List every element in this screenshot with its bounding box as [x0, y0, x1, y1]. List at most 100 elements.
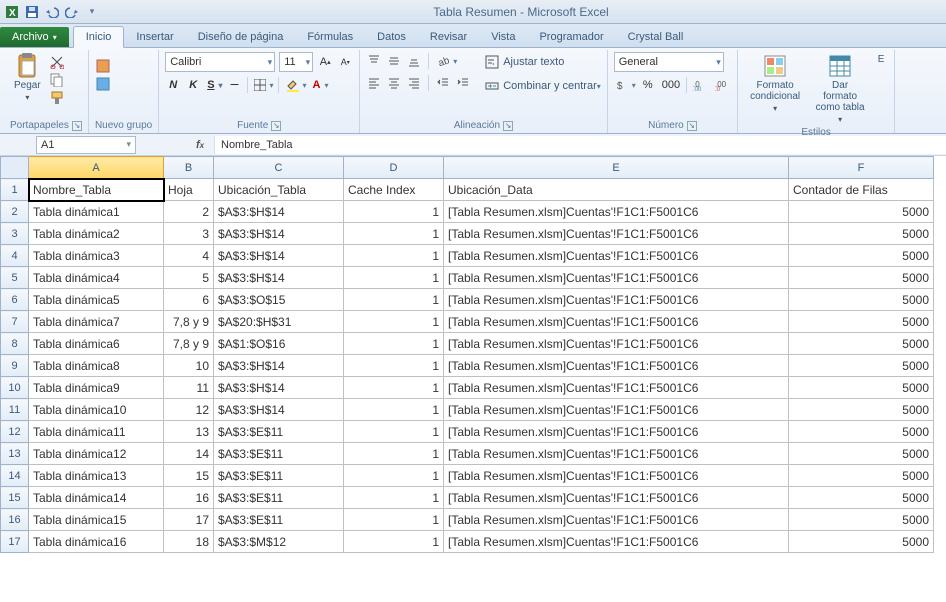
row-header[interactable]: 6 [1, 289, 29, 311]
cell[interactable]: 5000 [789, 443, 934, 465]
cell[interactable]: Tabla dinámica16 [29, 531, 164, 553]
cell[interactable]: 1 [344, 377, 444, 399]
cell[interactable]: 2 [164, 201, 214, 223]
save-icon[interactable] [24, 4, 40, 20]
cell[interactable]: 14 [164, 443, 214, 465]
undo-icon[interactable] [44, 4, 60, 20]
formula-input[interactable]: Nombre_Tabla [214, 136, 946, 154]
cell[interactable]: 5000 [789, 487, 934, 509]
increase-indent-icon[interactable] [455, 74, 471, 92]
cell[interactable]: 12 [164, 399, 214, 421]
cell[interactable]: 17 [164, 509, 214, 531]
accounting-format-icon[interactable]: $ [614, 76, 636, 94]
select-all-corner[interactable] [1, 157, 29, 179]
cell[interactable]: Nombre_Tabla [29, 179, 164, 201]
cell[interactable]: 4 [164, 245, 214, 267]
cell[interactable]: 1 [344, 201, 444, 223]
cut-icon[interactable] [49, 54, 65, 70]
decrease-font-icon[interactable]: A▾ [337, 53, 353, 71]
decrease-indent-icon[interactable] [435, 74, 451, 92]
font-color-button[interactable]: A [311, 76, 329, 94]
row-header[interactable]: 14 [1, 465, 29, 487]
fill-color-button[interactable] [283, 76, 307, 94]
col-header-D[interactable]: D [344, 157, 444, 179]
row-header[interactable]: 12 [1, 421, 29, 443]
cell[interactable]: Hoja [164, 179, 214, 201]
cell[interactable]: $A$3:$H$14 [214, 355, 344, 377]
cell[interactable]: [Tabla Resumen.xlsm]Cuentas'!F1C1:F5001C… [444, 333, 789, 355]
cell[interactable]: [Tabla Resumen.xlsm]Cuentas'!F1C1:F5001C… [444, 377, 789, 399]
cell[interactable]: 1 [344, 245, 444, 267]
tab-vista[interactable]: Vista [479, 27, 527, 47]
row-header[interactable]: 17 [1, 531, 29, 553]
cell[interactable]: Tabla dinámica5 [29, 289, 164, 311]
cell-styles-button[interactable]: E [874, 52, 888, 67]
cell[interactable]: 5000 [789, 333, 934, 355]
cell[interactable]: 5000 [789, 311, 934, 333]
row-header[interactable]: 11 [1, 399, 29, 421]
cell[interactable]: 5000 [789, 223, 934, 245]
underline-button[interactable]: S [205, 76, 222, 94]
tab-diseno[interactable]: Diseño de página [186, 27, 296, 47]
cell[interactable]: 1 [344, 355, 444, 377]
cell[interactable]: 5000 [789, 465, 934, 487]
row-header[interactable]: 4 [1, 245, 29, 267]
cell[interactable]: Ubicación_Data [444, 179, 789, 201]
cell[interactable]: 5000 [789, 289, 934, 311]
row-header[interactable]: 16 [1, 509, 29, 531]
italic-button[interactable]: K [185, 76, 201, 94]
row-header[interactable]: 8 [1, 333, 29, 355]
number-format-combo[interactable]: General [614, 52, 724, 72]
cell[interactable]: [Tabla Resumen.xlsm]Cuentas'!F1C1:F5001C… [444, 267, 789, 289]
cell[interactable]: 1 [344, 487, 444, 509]
align-middle-icon[interactable] [386, 52, 402, 70]
cell[interactable]: $A$3:$E$11 [214, 421, 344, 443]
cell[interactable]: Tabla dinámica12 [29, 443, 164, 465]
percent-format-icon[interactable]: % [640, 76, 656, 94]
cell[interactable]: Tabla dinámica10 [29, 399, 164, 421]
cell[interactable]: [Tabla Resumen.xlsm]Cuentas'!F1C1:F5001C… [444, 399, 789, 421]
cell[interactable]: 3 [164, 223, 214, 245]
cell[interactable]: 1 [344, 333, 444, 355]
custom-icon-1[interactable] [95, 58, 111, 74]
cell[interactable]: 5000 [789, 267, 934, 289]
cell[interactable]: $A$3:$H$14 [214, 245, 344, 267]
copy-icon[interactable] [49, 72, 65, 88]
cell[interactable]: 1 [344, 509, 444, 531]
cell[interactable]: [Tabla Resumen.xlsm]Cuentas'!F1C1:F5001C… [444, 245, 789, 267]
cell[interactable]: $A$3:$H$14 [214, 377, 344, 399]
col-header-B[interactable]: B [164, 157, 214, 179]
tab-revisar[interactable]: Revisar [418, 27, 479, 47]
cell[interactable]: Tabla dinámica9 [29, 377, 164, 399]
cell[interactable]: Contador de Filas [789, 179, 934, 201]
redo-icon[interactable] [64, 4, 80, 20]
tab-programador[interactable]: Programador [527, 27, 615, 47]
cell[interactable]: [Tabla Resumen.xlsm]Cuentas'!F1C1:F5001C… [444, 487, 789, 509]
align-left-icon[interactable] [366, 74, 382, 92]
cell[interactable]: Tabla dinámica15 [29, 509, 164, 531]
row-header[interactable]: 13 [1, 443, 29, 465]
cell[interactable]: 6 [164, 289, 214, 311]
cell[interactable]: [Tabla Resumen.xlsm]Cuentas'!F1C1:F5001C… [444, 311, 789, 333]
cell[interactable]: 5000 [789, 355, 934, 377]
row-header[interactable]: 15 [1, 487, 29, 509]
cell[interactable]: 1 [344, 531, 444, 553]
cell[interactable]: $A$3:$E$11 [214, 443, 344, 465]
borders-button[interactable] [252, 76, 274, 94]
cell[interactable]: 1 [344, 443, 444, 465]
font-launcher-icon[interactable]: ↘ [271, 121, 281, 131]
cell[interactable]: Tabla dinámica6 [29, 333, 164, 355]
cell[interactable]: 1 [344, 289, 444, 311]
cell[interactable]: 1 [344, 399, 444, 421]
decrease-decimal-icon[interactable]: .00.0 [713, 76, 731, 94]
cell[interactable]: 16 [164, 487, 214, 509]
merge-center-button[interactable]: Combinar y centrar [481, 76, 601, 96]
cell[interactable]: Ubicación_Tabla [214, 179, 344, 201]
number-launcher-icon[interactable]: ↘ [687, 121, 697, 131]
name-box[interactable]: A1▾ [36, 136, 136, 154]
row-header[interactable]: 2 [1, 201, 29, 223]
cell[interactable]: Tabla dinámica1 [29, 201, 164, 223]
cell[interactable]: 1 [344, 267, 444, 289]
col-header-A[interactable]: A [29, 157, 164, 179]
cell[interactable]: 5000 [789, 377, 934, 399]
